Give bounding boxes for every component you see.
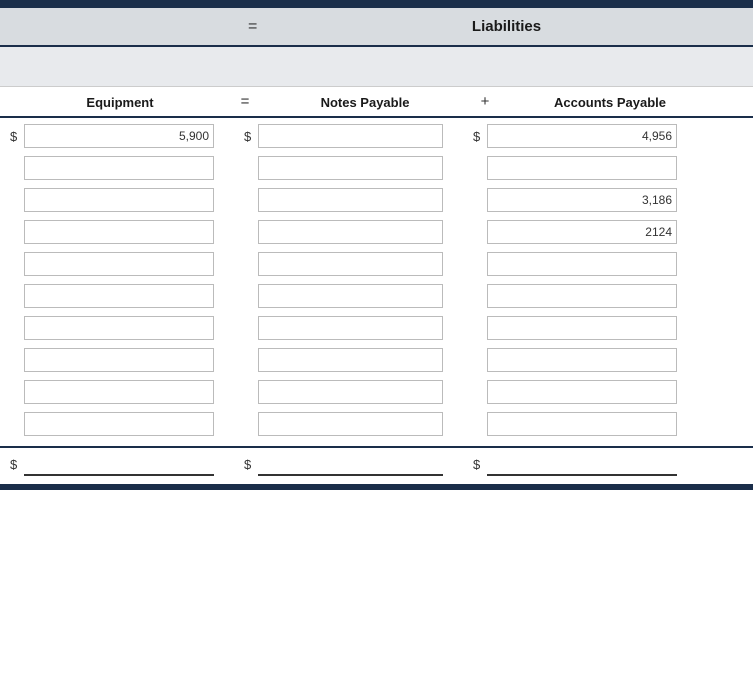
accounts-input-0[interactable]: [487, 124, 677, 148]
accounts-dollar-0: $: [473, 129, 485, 144]
table-row: [0, 280, 753, 312]
table-row: [0, 216, 753, 248]
accounts-input-9[interactable]: [487, 412, 677, 436]
equipment-input-7[interactable]: [24, 348, 214, 372]
notes-input-9[interactable]: [258, 412, 443, 436]
equipment-input-5[interactable]: [24, 284, 214, 308]
accounts-input-4[interactable]: [487, 252, 677, 276]
bottom-bar: [0, 484, 753, 490]
total-equipment-dollar: $: [10, 457, 22, 472]
total-equipment-input[interactable]: [24, 452, 214, 476]
total-row: $ $ $: [0, 446, 753, 480]
accounts-input-6[interactable]: [487, 316, 677, 340]
top-bar: [0, 0, 753, 8]
table-row: [0, 408, 753, 440]
spacer-row: [0, 47, 753, 87]
total-accounts-input[interactable]: [487, 452, 677, 476]
accounts-input-5[interactable]: [487, 284, 677, 308]
notes-input-5[interactable]: [258, 284, 443, 308]
accounts-input-2[interactable]: [487, 188, 677, 212]
total-notes-input[interactable]: [258, 452, 443, 476]
table-row: [0, 344, 753, 376]
notes-dollar-0: $: [244, 129, 256, 144]
liabilities-header: = Liabilities: [0, 8, 753, 47]
table-row: [0, 248, 753, 280]
equipment-input-3[interactable]: [24, 220, 214, 244]
equipment-dollar-0: $: [10, 129, 22, 144]
columns-header: Equipment = Notes Payable + Accounts Pay…: [0, 87, 753, 118]
notes-input-4[interactable]: [258, 252, 443, 276]
total-accounts-dollar: $: [473, 457, 485, 472]
data-rows: $ $ $: [0, 120, 753, 440]
table-row: [0, 312, 753, 344]
table-row: [0, 152, 753, 184]
equipment-input-4[interactable]: [24, 252, 214, 276]
equipment-input-2[interactable]: [24, 188, 214, 212]
accounts-payable-column-header: Accounts Payable: [500, 95, 720, 110]
notes-input-1[interactable]: [258, 156, 443, 180]
equipment-input-6[interactable]: [24, 316, 214, 340]
liabilities-title: Liabilities: [260, 18, 753, 35]
notes-input-8[interactable]: [258, 380, 443, 404]
accounts-input-7[interactable]: [487, 348, 677, 372]
equipment-input-0[interactable]: [24, 124, 214, 148]
notes-input-0[interactable]: [258, 124, 443, 148]
accounts-input-3[interactable]: [487, 220, 677, 244]
notes-input-3[interactable]: [258, 220, 443, 244]
table-row: [0, 376, 753, 408]
notes-input-6[interactable]: [258, 316, 443, 340]
equals-separator-header: =: [230, 93, 260, 110]
equipment-column-header: Equipment: [10, 95, 230, 110]
plus-separator-header: +: [470, 93, 500, 110]
total-notes-dollar: $: [244, 457, 256, 472]
notes-input-7[interactable]: [258, 348, 443, 372]
table-row: [0, 184, 753, 216]
equipment-input-9[interactable]: [24, 412, 214, 436]
table-row: $ $ $: [0, 120, 753, 152]
equals-left-symbol: =: [248, 18, 257, 36]
equipment-input-8[interactable]: [24, 380, 214, 404]
accounts-input-8[interactable]: [487, 380, 677, 404]
accounts-input-1[interactable]: [487, 156, 677, 180]
equipment-input-1[interactable]: [24, 156, 214, 180]
notes-input-2[interactable]: [258, 188, 443, 212]
notes-payable-column-header: Notes Payable: [260, 95, 470, 110]
